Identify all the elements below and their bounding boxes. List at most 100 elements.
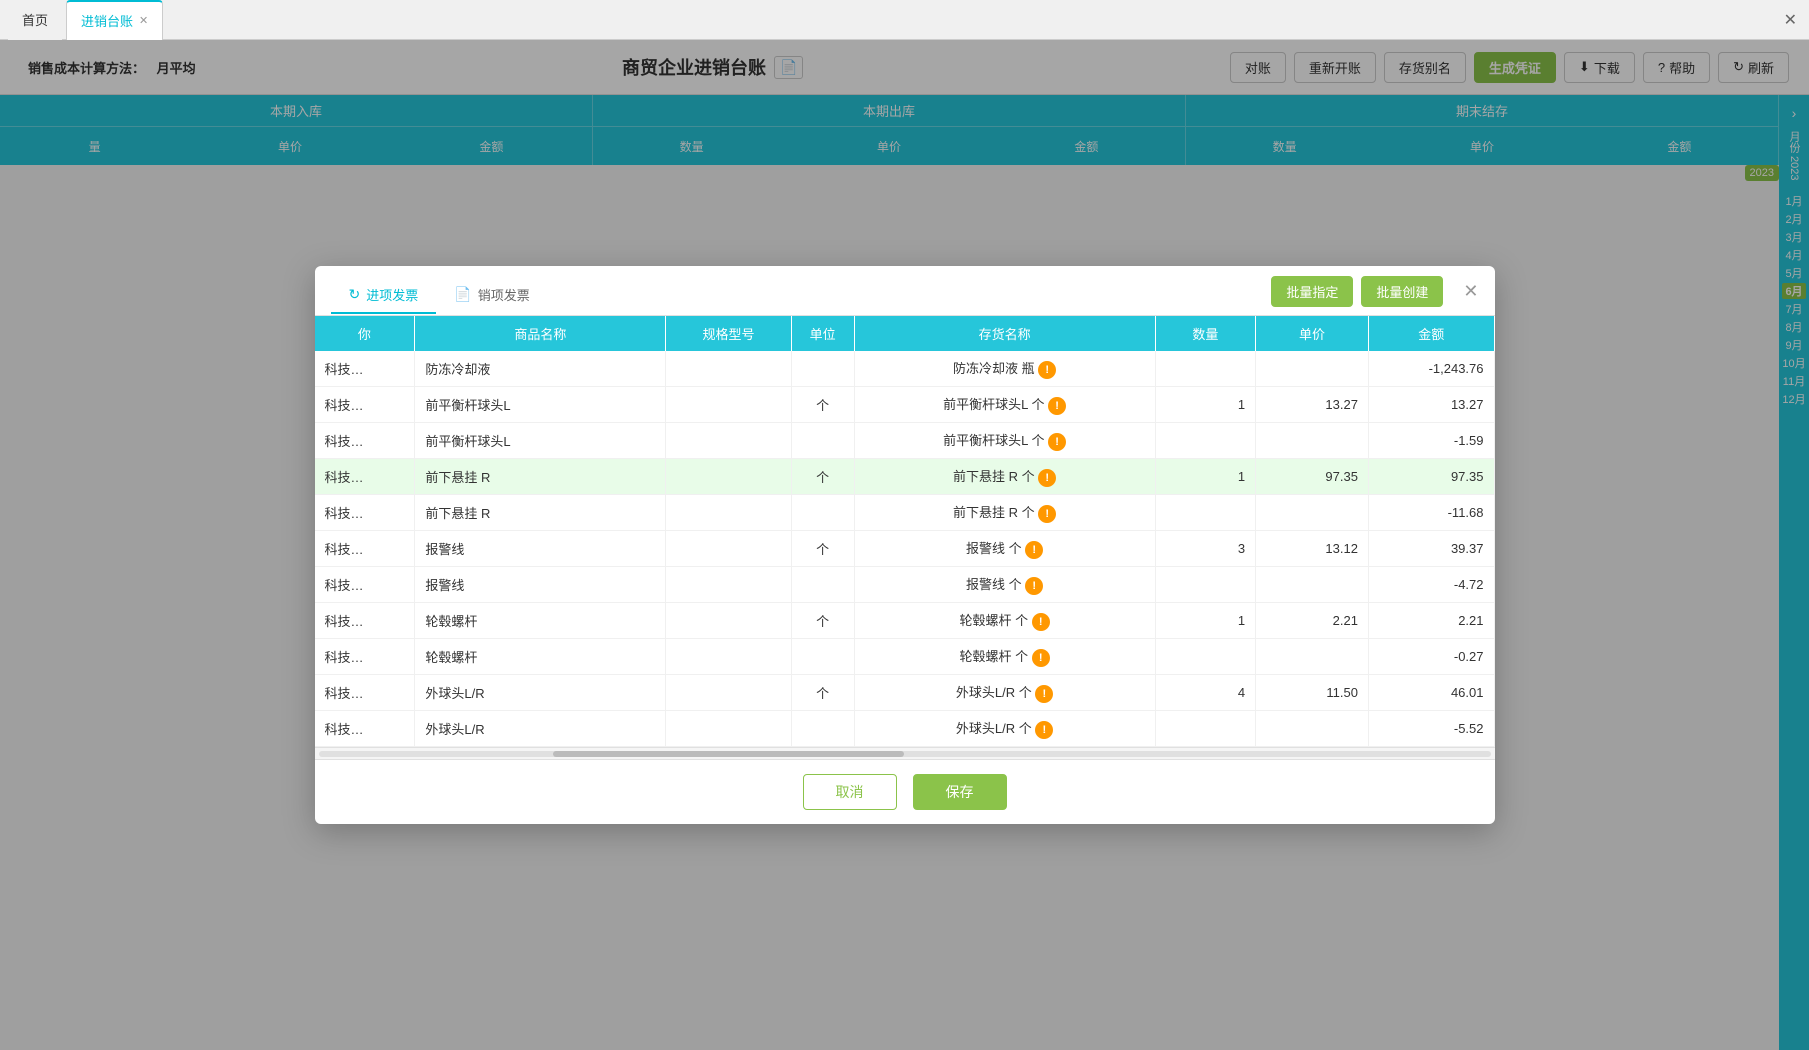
cell-qty: 4 xyxy=(1155,675,1255,711)
cell-product-name: 外球头L/R xyxy=(415,711,666,747)
dialog-close-button[interactable]: ✕ xyxy=(1463,281,1478,302)
dialog-header: ↻ 进项发票 📄 销项发票 批量指定 批量创建 ✕ xyxy=(315,266,1495,316)
dialog-scrollbar[interactable] xyxy=(315,747,1495,759)
cell-unit: 个 xyxy=(791,459,854,495)
cell-price: 97.35 xyxy=(1256,459,1369,495)
cancel-button[interactable]: 取消 xyxy=(803,774,897,810)
cell-qty xyxy=(1155,423,1255,459)
cell-company: 科技… xyxy=(315,567,415,603)
cell-qty xyxy=(1155,639,1255,675)
cell-product-name: 前平衡杆球头L xyxy=(415,423,666,459)
scrollbar-track xyxy=(319,751,1491,757)
cell-price xyxy=(1256,495,1369,531)
table-row: 科技…前平衡杆球头L前平衡杆球头L 个 !-1.59 xyxy=(315,423,1495,459)
table-row: 科技…轮毂螺杆个轮毂螺杆 个 !12.212.21 xyxy=(315,603,1495,639)
cell-company: 科技… xyxy=(315,351,415,387)
cell-inventory: 前平衡杆球头L 个 ! xyxy=(854,423,1155,459)
tab-home-label: 首页 xyxy=(22,10,48,29)
table-row: 科技…报警线报警线 个 !-4.72 xyxy=(315,567,1495,603)
cell-product-name: 前下悬挂 R xyxy=(415,495,666,531)
cell-spec xyxy=(666,711,791,747)
cell-product-name: 防冻冷却液 xyxy=(415,351,666,387)
cell-unit xyxy=(791,351,854,387)
table-row: 科技…防冻冷却液 防冻冷却液 瓶 ! -1,243.76 xyxy=(315,351,1495,387)
cell-amount: -5.52 xyxy=(1368,711,1494,747)
warning-icon: ! xyxy=(1048,397,1066,415)
cell-price: 11.50 xyxy=(1256,675,1369,711)
cell-amount: -1,243.76 xyxy=(1368,351,1494,387)
warning-icon: ! xyxy=(1035,685,1053,703)
cell-spec xyxy=(666,567,791,603)
table-row: 科技…外球头L/R 个外球头L/R 个 !411.5046.01 xyxy=(315,675,1495,711)
cell-inventory: 前下悬挂 R 个 ! xyxy=(854,495,1155,531)
dialog-footer: 取消 保存 xyxy=(315,759,1495,824)
cell-company: 科技… xyxy=(315,675,415,711)
cell-inventory: 外球头L/R 个 ! xyxy=(854,711,1155,747)
th-unit: 单位 xyxy=(791,316,854,351)
cell-price: 2.21 xyxy=(1256,603,1369,639)
cell-unit xyxy=(791,639,854,675)
cell-product-name: 轮毂螺杆 xyxy=(415,603,666,639)
cell-qty xyxy=(1155,711,1255,747)
cell-inventory: 轮毂螺杆 个 ! xyxy=(854,639,1155,675)
scrollbar-thumb[interactable] xyxy=(553,751,905,757)
warning-icon: ! xyxy=(1032,613,1050,631)
cell-product-name: 外球头L/R xyxy=(415,675,666,711)
cell-spec xyxy=(666,639,791,675)
batch-assign-button[interactable]: 批量指定 xyxy=(1271,276,1353,307)
cell-spec xyxy=(666,603,791,639)
cell-price xyxy=(1256,639,1369,675)
cell-qty: 1 xyxy=(1155,387,1255,423)
cell-inventory: 报警线 个 ! xyxy=(854,531,1155,567)
table-row: 科技…轮毂螺杆轮毂螺杆 个 !-0.27 xyxy=(315,639,1495,675)
cell-product-name: 报警线 xyxy=(415,531,666,567)
cell-qty: 1 xyxy=(1155,459,1255,495)
cell-spec xyxy=(666,351,791,387)
table-row: 科技…报警线 个报警线 个 !313.1239.37 xyxy=(315,531,1495,567)
cell-amount: 13.27 xyxy=(1368,387,1494,423)
cell-amount: 46.01 xyxy=(1368,675,1494,711)
cell-price xyxy=(1256,711,1369,747)
th-product-name: 商品名称 xyxy=(415,316,666,351)
save-button[interactable]: 保存 xyxy=(913,774,1007,810)
cell-unit: 个 xyxy=(791,675,854,711)
cell-company: 科技… xyxy=(315,639,415,675)
cell-price xyxy=(1256,567,1369,603)
batch-create-button[interactable]: 批量创建 xyxy=(1361,276,1443,307)
tab-ledger[interactable]: 进销台账 ✕ xyxy=(66,0,163,40)
warning-icon: ! xyxy=(1038,505,1056,523)
th-inventory-name: 存货名称 xyxy=(854,316,1155,351)
cell-inventory: 外球头L/R 个 ! xyxy=(854,675,1155,711)
cell-unit xyxy=(791,567,854,603)
dialog-tabs: ↻ 进项发票 📄 销项发票 xyxy=(331,277,548,314)
cell-product-name: 报警线 xyxy=(415,567,666,603)
th-amount: 金额 xyxy=(1368,316,1494,351)
window-close-button[interactable]: ✕ xyxy=(1784,10,1797,30)
tab-outgoing-invoice[interactable]: 📄 销项发票 xyxy=(436,277,547,314)
cell-company: 科技… xyxy=(315,531,415,567)
cell-qty xyxy=(1155,351,1255,387)
dialog-overlay: ↻ 进项发票 📄 销项发票 批量指定 批量创建 ✕ xyxy=(0,40,1809,1050)
cell-price: 13.12 xyxy=(1256,531,1369,567)
invoice-table: 你 商品名称 规格型号 单位 存货名称 数量 单价 金额 科技…防冻冷却液防冻冷… xyxy=(315,316,1495,747)
cell-inventory: 防冻冷却液 瓶 ! xyxy=(854,351,1155,387)
cell-qty: 3 xyxy=(1155,531,1255,567)
warning-icon: ! xyxy=(1032,649,1050,667)
tab-home[interactable]: 首页 xyxy=(8,0,62,40)
cell-amount: -4.72 xyxy=(1368,567,1494,603)
outgoing-invoice-label: 销项发票 xyxy=(478,285,530,304)
incoming-invoice-label: 进项发票 xyxy=(366,285,418,304)
tab-close-icon[interactable]: ✕ xyxy=(139,14,148,27)
dialog-table-wrapper[interactable]: 你 商品名称 规格型号 单位 存货名称 数量 单价 金额 科技…防冻冷却液防冻冷… xyxy=(315,316,1495,747)
cell-qty xyxy=(1155,495,1255,531)
warning-icon: ! xyxy=(1038,361,1056,379)
tab-bar: 首页 进销台账 ✕ ✕ xyxy=(0,0,1809,40)
cell-product-name: 前平衡杆球头L xyxy=(415,387,666,423)
cell-price: 13.27 xyxy=(1256,387,1369,423)
cell-product-name: 轮毂螺杆 xyxy=(415,639,666,675)
cell-unit: 个 xyxy=(791,531,854,567)
tab-incoming-invoice[interactable]: ↻ 进项发票 xyxy=(331,277,437,314)
cell-amount: 39.37 xyxy=(1368,531,1494,567)
outgoing-invoice-icon: 📄 xyxy=(454,286,471,303)
cell-unit xyxy=(791,423,854,459)
